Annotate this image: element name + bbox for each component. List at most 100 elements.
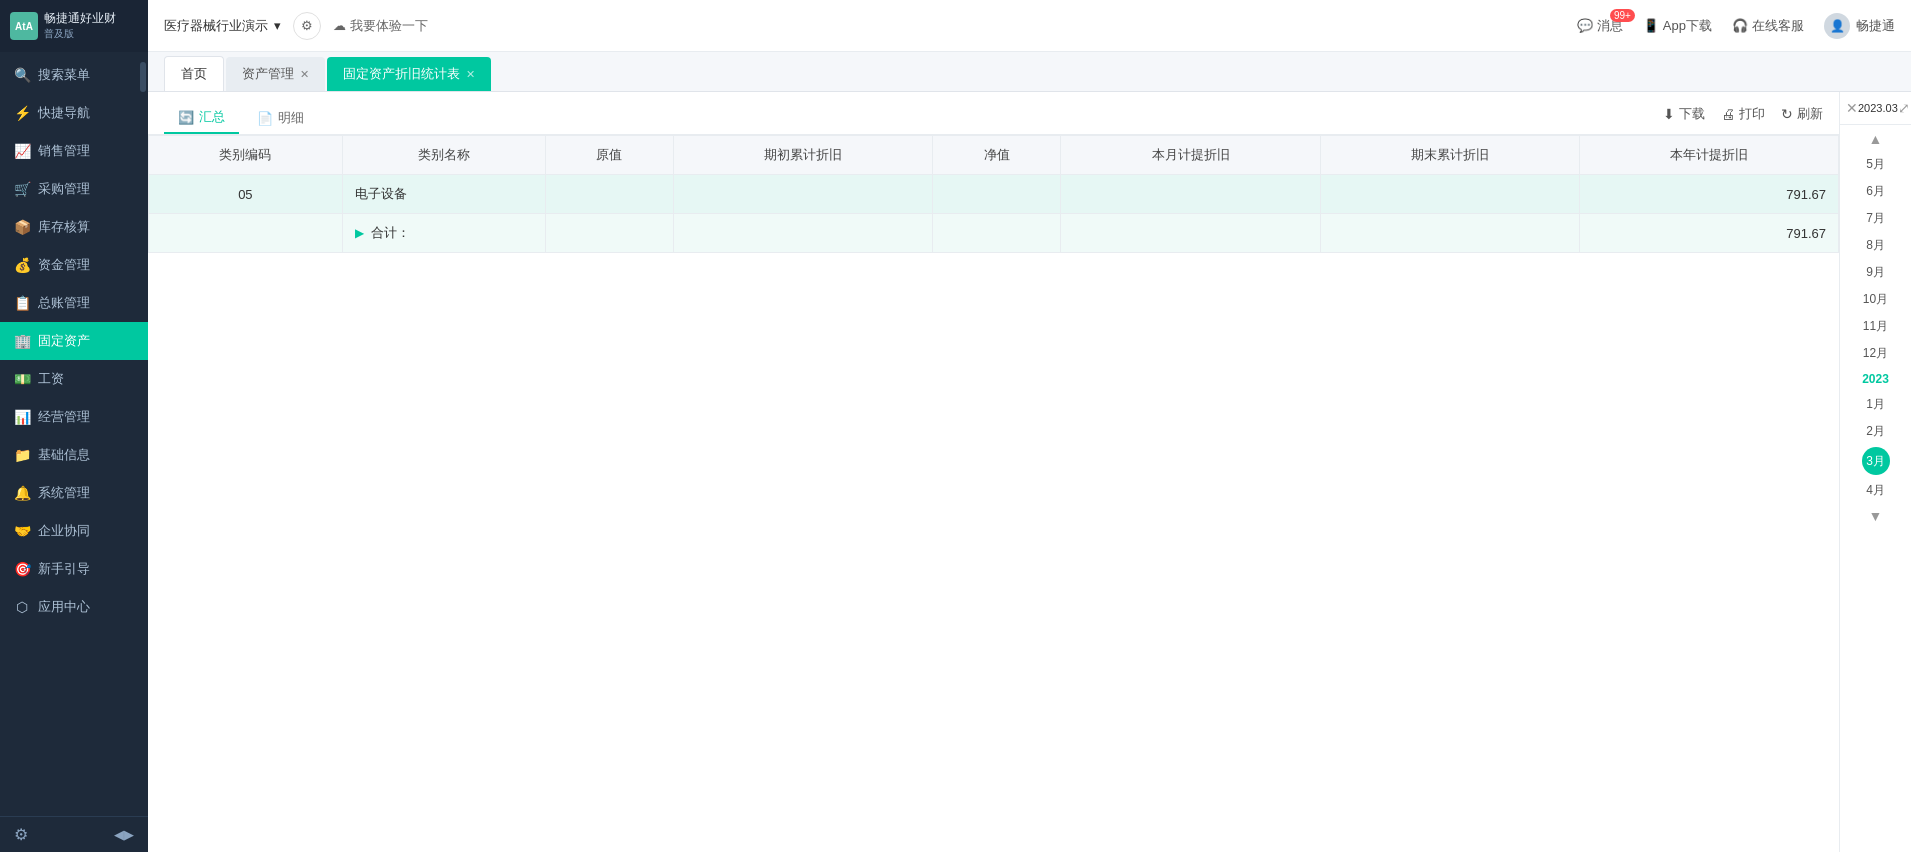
messages-badge: 99+ — [1610, 9, 1635, 22]
sidebar-item-label: 基础信息 — [38, 446, 90, 464]
tab-home[interactable]: 首页 — [164, 56, 224, 91]
subtab-detail-label: 明细 — [278, 109, 304, 127]
tab-close-icon[interactable]: ✕ — [300, 68, 309, 81]
settings-button[interactable]: ⚙ — [293, 12, 321, 40]
subtabs: 🔄 汇总 📄 明细 ⬇ 下载 🖨 打印 — [148, 92, 1839, 135]
payroll-icon: 💵 — [14, 371, 30, 387]
sidebar-item-sales[interactable]: 📈 销售管理 — [0, 132, 148, 170]
system-icon: 🔔 — [14, 485, 30, 501]
refresh-button[interactable]: ↻ 刷新 — [1781, 105, 1823, 123]
date-month-8[interactable]: 8月 — [1840, 232, 1911, 259]
tabbar: 首页 资产管理 ✕ 固定资产折旧统计表 ✕ — [148, 52, 1911, 92]
cell-code: 05 — [149, 175, 343, 214]
sidebar-item-system[interactable]: 🔔 系统管理 — [0, 474, 148, 512]
sidebar-nav-scroll: 🔍 搜索菜单 ⚡ 快捷导航 📈 销售管理 🛒 采购管理 📦 库存核算 💰 — [0, 52, 148, 816]
date-month-10[interactable]: 10月 — [1840, 286, 1911, 313]
search-icon: 🔍 — [14, 67, 30, 83]
date-month-2023-4[interactable]: 4月 — [1840, 477, 1911, 504]
sidebar-item-funds[interactable]: 💰 资金管理 — [0, 246, 148, 284]
date-month-9[interactable]: 9月 — [1840, 259, 1911, 286]
date-sidebar-year-display: 2023.03 — [1858, 102, 1898, 114]
user-menu[interactable]: 👤 畅捷通 — [1824, 13, 1895, 39]
date-month-11[interactable]: 11月 — [1840, 313, 1911, 340]
business-icon: 📊 — [14, 409, 30, 425]
content-main: 🔄 汇总 📄 明细 ⬇ 下载 🖨 打印 — [148, 92, 1839, 852]
sidebar-item-corp-collab[interactable]: 🤝 企业协同 — [0, 512, 148, 550]
app-title: 畅捷通好业财 — [44, 11, 116, 27]
refresh-icon: ↻ — [1781, 106, 1793, 122]
fixed-assets-icon: 🏢 — [14, 333, 30, 349]
tab-asset-mgmt-label: 资产管理 — [242, 65, 294, 83]
sidebar: AtA 畅捷通好业财 普及版 🔍 搜索菜单 ⚡ 快捷导航 📈 销售管理 � — [0, 0, 148, 852]
sidebar-item-guide[interactable]: 🎯 新手引导 — [0, 550, 148, 588]
cell-original — [545, 175, 673, 214]
date-sidebar-expand-button[interactable]: ⤢ — [1898, 100, 1910, 116]
date-sidebar-close-button[interactable]: ✕ — [1846, 100, 1858, 116]
cell-period-end-accum — [1320, 175, 1579, 214]
ledger-icon: 📋 — [14, 295, 30, 311]
col-net: 净值 — [933, 136, 1061, 175]
sidebar-item-label: 搜索菜单 — [38, 66, 90, 84]
date-month-7[interactable]: 7月 — [1840, 205, 1911, 232]
tab-depreciation-table[interactable]: 固定资产折旧统计表 ✕ — [327, 57, 491, 91]
sidebar-item-label: 经营管理 — [38, 408, 90, 426]
sidebar-item-app-center[interactable]: ⬡ 应用中心 — [0, 588, 148, 626]
online-support-button[interactable]: 🎧 在线客服 — [1732, 17, 1804, 35]
col-original: 原值 — [545, 136, 673, 175]
sidebar-item-label: 销售管理 — [38, 142, 90, 160]
app-download-button[interactable]: 📱 App下载 — [1643, 17, 1712, 35]
sidebar-item-search[interactable]: 🔍 搜索菜单 — [0, 56, 148, 94]
app-subtitle: 普及版 — [44, 27, 116, 41]
sidebar-item-quick-nav[interactable]: ⚡ 快捷导航 — [0, 94, 148, 132]
sidebar-item-inventory[interactable]: 📦 库存核算 — [0, 208, 148, 246]
date-month-2023-1[interactable]: 1月 — [1840, 391, 1911, 418]
detail-icon: 📄 — [257, 111, 273, 126]
content-area: 🔄 汇总 📄 明细 ⬇ 下载 🖨 打印 — [148, 92, 1911, 852]
download-button[interactable]: ⬇ 下载 — [1663, 105, 1705, 123]
sidebar-item-payroll[interactable]: 💵 工资 — [0, 360, 148, 398]
table-row: 05 电子设备 791.67 — [149, 175, 1839, 214]
cell-annual-depr: 791.67 — [1579, 175, 1838, 214]
print-button[interactable]: 🖨 打印 — [1721, 105, 1765, 123]
sidebar-item-label: 固定资产 — [38, 332, 90, 350]
date-month-5[interactable]: 5月 — [1840, 151, 1911, 178]
sidebar-item-label: 企业协同 — [38, 522, 90, 540]
guide-icon: 🎯 — [14, 561, 30, 577]
subtab-summary[interactable]: 🔄 汇总 — [164, 102, 239, 134]
date-month-6[interactable]: 6月 — [1840, 178, 1911, 205]
date-nav-up-button[interactable]: ▲ — [1840, 127, 1911, 151]
sidebar-item-basic-info[interactable]: 📁 基础信息 — [0, 436, 148, 474]
tab-depreciation-label: 固定资产折旧统计表 — [343, 65, 460, 83]
logo-icon: AtA — [10, 12, 38, 40]
date-month-2023-3[interactable]: 3月 — [1862, 447, 1890, 475]
scroll-indicator — [140, 62, 146, 92]
collapse-icon[interactable]: ◀▶ — [114, 827, 134, 842]
topbar-right: 💬 消息 99+ 📱 App下载 🎧 在线客服 👤 畅捷通 — [1577, 13, 1895, 39]
date-month-2023-2[interactable]: 2月 — [1840, 418, 1911, 445]
online-support-icon: 🎧 — [1732, 18, 1748, 33]
tab-asset-mgmt[interactable]: 资产管理 ✕ — [226, 57, 325, 91]
sidebar-item-ledger[interactable]: 📋 总账管理 — [0, 284, 148, 322]
tab-close-active-icon[interactable]: ✕ — [466, 68, 475, 81]
subtab-detail[interactable]: 📄 明细 — [243, 103, 318, 133]
date-nav-down-button[interactable]: ▼ — [1840, 504, 1911, 528]
company-selector[interactable]: 医疗器械行业演示 ▾ — [164, 17, 281, 35]
date-year-2023-label: 2023 — [1840, 367, 1911, 391]
app-download-label: App下载 — [1663, 17, 1712, 35]
cell-net — [933, 175, 1061, 214]
messages-button[interactable]: 💬 消息 99+ — [1577, 17, 1623, 35]
chevron-down-icon: ▼ — [1869, 508, 1883, 524]
sidebar-item-label: 快捷导航 — [38, 104, 90, 122]
sidebar-item-fixed-assets[interactable]: 🏢 固定资产 — [0, 322, 148, 360]
date-month-12[interactable]: 12月 — [1840, 340, 1911, 367]
sidebar-item-label: 库存核算 — [38, 218, 90, 236]
subtotal-label: ▶ 合计： — [342, 214, 545, 253]
experience-button[interactable]: ☁ 我要体验一下 — [333, 17, 428, 35]
col-name: 类别名称 — [342, 136, 545, 175]
quick-nav-icon: ⚡ — [14, 105, 30, 121]
sidebar-item-business[interactable]: 📊 经营管理 — [0, 398, 148, 436]
sidebar-item-purchase[interactable]: 🛒 采购管理 — [0, 170, 148, 208]
sidebar-nav: 🔍 搜索菜单 ⚡ 快捷导航 📈 销售管理 🛒 采购管理 📦 库存核算 💰 — [0, 52, 148, 630]
date-sidebar-scroll[interactable]: ▲ 5月 6月 7月 8月 9月 10月 11月 12月 2023 1月 2月 … — [1840, 125, 1911, 852]
settings-footer-icon[interactable]: ⚙ — [14, 825, 28, 844]
